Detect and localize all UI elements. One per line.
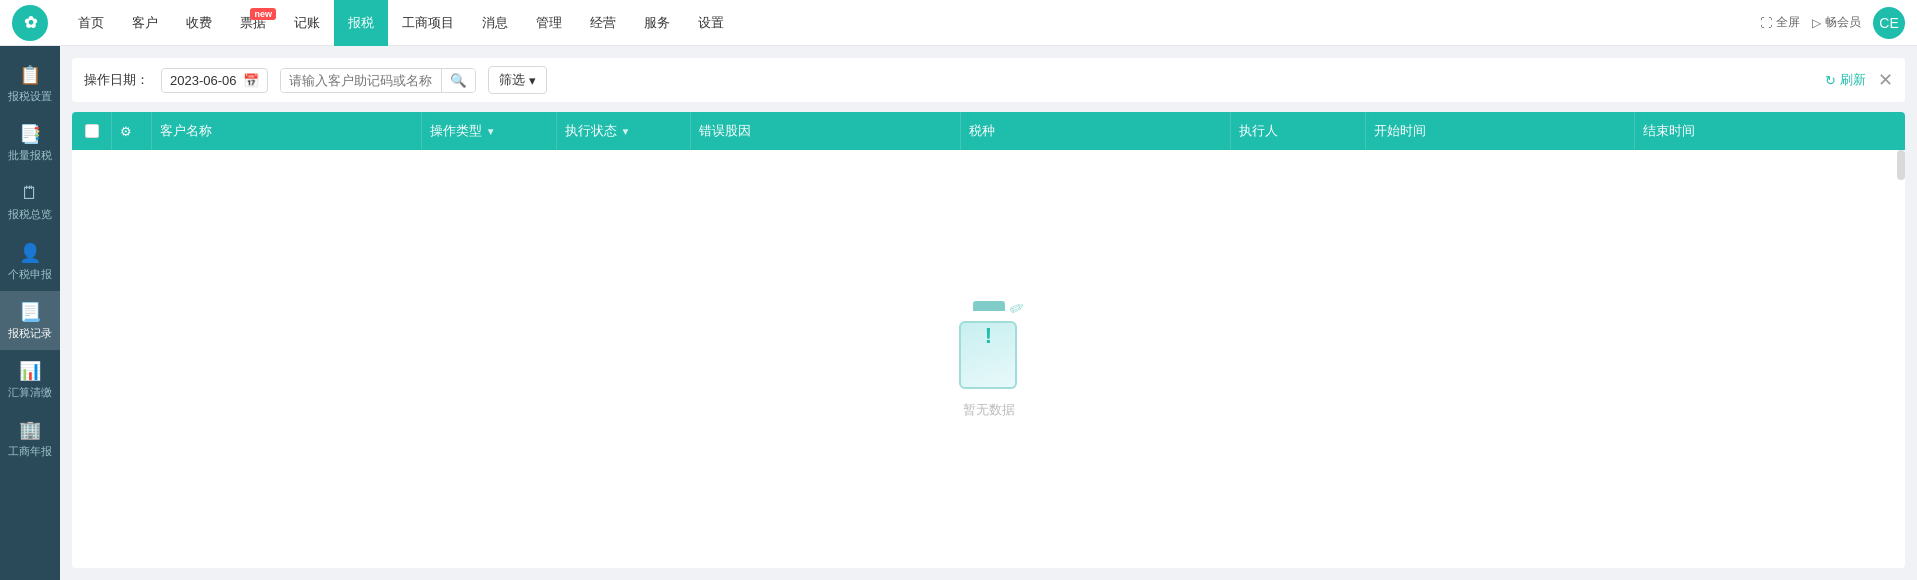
member-button[interactable]: ▷ 畅会员	[1812, 14, 1861, 31]
sort-exec-status-icon: ▼	[621, 126, 631, 137]
nav-fee[interactable]: 收费	[172, 0, 226, 46]
th-exec-status[interactable]: 执行状态 ▼	[557, 112, 692, 150]
nav-menu: 首页 客户 收费 票据 new 记账 报税 工商项目 消息 管理 经营 服务 设…	[64, 0, 1760, 46]
annual-report-icon: 🏢	[19, 419, 41, 441]
search-input[interactable]	[281, 69, 441, 92]
filter-button[interactable]: 筛选 ▾	[488, 66, 547, 94]
empty-text: 暂无数据	[963, 401, 1015, 419]
tax-overview-icon: 🗒	[19, 182, 41, 204]
nav-invoice[interactable]: 票据 new	[226, 0, 280, 46]
new-badge: new	[250, 8, 276, 20]
nav-client[interactable]: 客户	[118, 0, 172, 46]
batch-tax-icon: 📑	[19, 123, 41, 145]
calendar-icon: 📅	[243, 73, 259, 88]
fullscreen-icon: ⛶	[1760, 16, 1772, 30]
avatar[interactable]: CE	[1873, 7, 1905, 39]
fullscreen-button[interactable]: ⛶ 全屏	[1760, 14, 1800, 31]
nav-operation[interactable]: 经营	[576, 0, 630, 46]
nav-message[interactable]: 消息	[468, 0, 522, 46]
sidebar-item-tax-settings[interactable]: 📋 报税设置	[0, 54, 60, 113]
clipboard-clip	[973, 301, 1005, 311]
main-layout: 📋 报税设置 📑 批量报税 🗒 报税总览 👤 个税申报 📃 报税记录 📊 汇算清…	[0, 46, 1917, 580]
member-icon: ▷	[1812, 16, 1821, 30]
sidebar-item-settlement[interactable]: 📊 汇算清缴	[0, 350, 60, 409]
settings-icon: ⚙	[120, 124, 132, 139]
table-body: ! ✏ 暂无数据	[72, 150, 1905, 568]
th-error-reason: 错误股因	[691, 112, 961, 150]
refresh-icon: ↻	[1825, 73, 1836, 88]
th-checkbox	[72, 112, 112, 150]
date-picker[interactable]: 2023-06-06 📅	[161, 68, 268, 93]
toolbar: 操作日期： 2023-06-06 📅 🔍 筛选 ▾ ↻ 刷新 ✕	[72, 58, 1905, 102]
th-op-type[interactable]: 操作类型 ▼	[422, 112, 557, 150]
sort-op-type-icon: ▼	[486, 126, 496, 137]
close-button[interactable]: ✕	[1878, 71, 1893, 89]
logo-icon: ✿	[24, 13, 37, 32]
tax-record-icon: 📃	[19, 301, 41, 323]
nav-bookkeeping[interactable]: 记账	[280, 0, 334, 46]
refresh-button[interactable]: ↻ 刷新	[1825, 71, 1866, 89]
empty-illustration: ! ✏	[949, 299, 1029, 389]
sidebar-item-personal-tax[interactable]: 👤 个税申报	[0, 232, 60, 291]
search-box: 🔍	[280, 68, 476, 93]
empty-state: ! ✏ 暂无数据	[949, 299, 1029, 419]
nav-tax[interactable]: 报税	[334, 0, 388, 46]
nav-settings[interactable]: 设置	[684, 0, 738, 46]
th-settings: ⚙	[112, 112, 152, 150]
th-end-time: 结束时间	[1635, 112, 1905, 150]
sidebar-item-annual-report[interactable]: 🏢 工商年报	[0, 409, 60, 468]
scrollbar[interactable]	[1897, 150, 1905, 180]
sidebar-item-tax-record[interactable]: 📃 报税记录	[0, 291, 60, 350]
tax-settings-icon: 📋	[19, 64, 41, 86]
nav-business[interactable]: 工商项目	[388, 0, 468, 46]
exclamation-mark: !	[985, 323, 992, 349]
nav-service[interactable]: 服务	[630, 0, 684, 46]
th-executor: 执行人	[1231, 112, 1366, 150]
select-all-checkbox[interactable]	[85, 124, 99, 138]
data-table: ⚙ 客户名称 操作类型 ▼ 执行状态 ▼ 错误股因 税种	[72, 112, 1905, 568]
date-value: 2023-06-06	[170, 73, 237, 88]
th-start-time: 开始时间	[1366, 112, 1636, 150]
th-tax-type: 税种	[961, 112, 1231, 150]
personal-tax-icon: 👤	[19, 242, 41, 264]
nav-right-actions: ⛶ 全屏 ▷ 畅会员 CE	[1760, 7, 1905, 39]
content-area: 操作日期： 2023-06-06 📅 🔍 筛选 ▾ ↻ 刷新 ✕	[60, 46, 1917, 580]
settlement-icon: 📊	[19, 360, 41, 382]
sidebar-item-tax-overview[interactable]: 🗒 报税总览	[0, 172, 60, 231]
logo[interactable]: ✿	[12, 5, 48, 41]
chevron-down-icon: ▾	[529, 73, 536, 88]
search-icon: 🔍	[450, 73, 467, 88]
table-header: ⚙ 客户名称 操作类型 ▼ 执行状态 ▼ 错误股因 税种	[72, 112, 1905, 150]
op-date-label: 操作日期：	[84, 71, 149, 89]
sidebar-item-batch-tax[interactable]: 📑 批量报税	[0, 113, 60, 172]
top-navigation: ✿ 首页 客户 收费 票据 new 记账 报税 工商项目 消息 管理 经营 服务…	[0, 0, 1917, 46]
nav-admin[interactable]: 管理	[522, 0, 576, 46]
th-client-name: 客户名称	[152, 112, 422, 150]
sidebar: 📋 报税设置 📑 批量报税 🗒 报税总览 👤 个税申报 📃 报税记录 📊 汇算清…	[0, 46, 60, 580]
nav-home[interactable]: 首页	[64, 0, 118, 46]
pencil-icon: ✏	[1006, 297, 1027, 320]
search-button[interactable]: 🔍	[441, 69, 475, 92]
